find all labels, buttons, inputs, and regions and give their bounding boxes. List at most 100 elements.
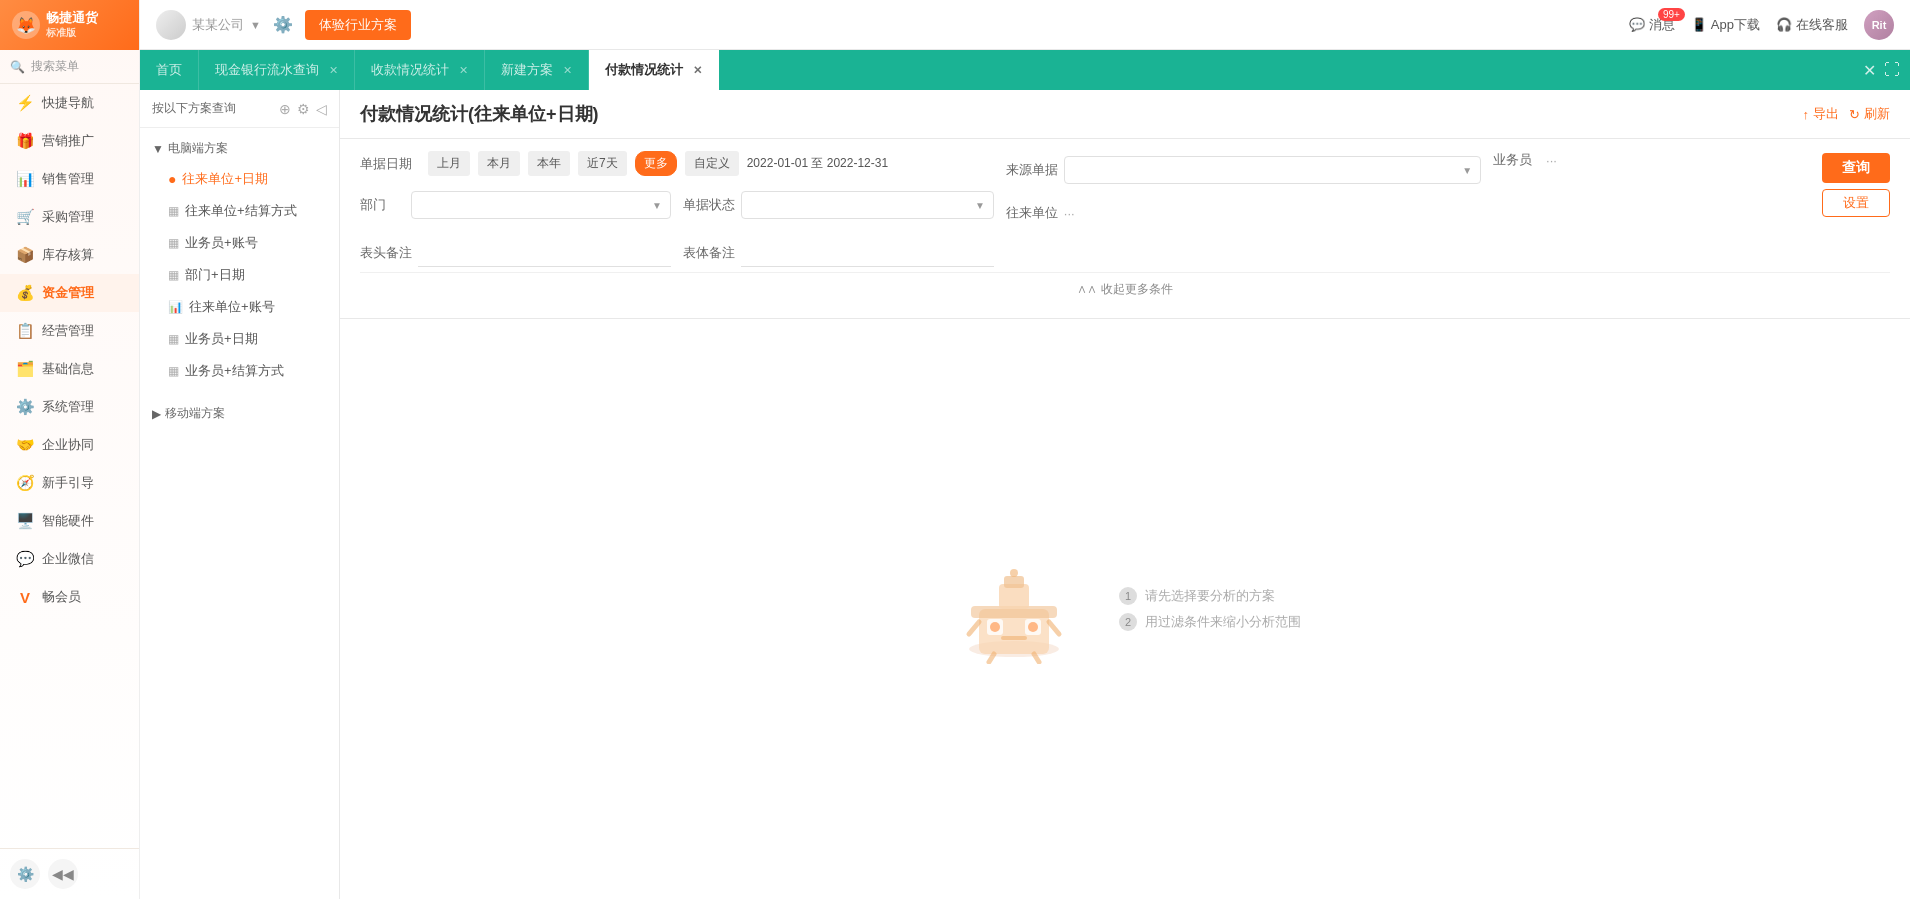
topbar-settings-icon[interactable]: ⚙️: [273, 15, 293, 34]
scheme-unit-account[interactable]: 📊 往来单位+账号: [140, 291, 339, 323]
topbar-company: 某某公司: [192, 16, 244, 34]
counterparty-dots[interactable]: ···: [1064, 206, 1075, 221]
export-label: 导出: [1813, 105, 1839, 123]
date-btn-custom[interactable]: 自定义: [685, 151, 739, 176]
tab-close-all-btn[interactable]: ✕: [1863, 61, 1876, 80]
add-scheme-btn[interactable]: ⊕: [279, 101, 291, 117]
page-actions: ↑ 导出 ↻ 刷新: [1803, 105, 1891, 123]
date-btn-this-year[interactable]: 本年: [528, 151, 570, 176]
capital-icon: 💰: [16, 284, 34, 302]
section-arrow-icon: ▼: [152, 142, 164, 156]
topbar-user[interactable]: Rit: [1864, 10, 1894, 40]
sidebar-settings-btn[interactable]: ⚙️: [10, 859, 40, 889]
inventory-icon: 📦: [16, 246, 34, 264]
tab-receivable-close[interactable]: ✕: [459, 64, 468, 77]
topbar-avatar: [156, 10, 186, 40]
source-select[interactable]: ▼: [1064, 156, 1481, 184]
collapse-panel-btn[interactable]: ◁: [316, 101, 327, 117]
body-note-input[interactable]: [741, 239, 994, 267]
tab-new-scheme[interactable]: 新建方案 ✕: [485, 50, 589, 90]
export-btn[interactable]: ↑ 导出: [1803, 105, 1840, 123]
topbar-messages[interactable]: 💬 消息 99+: [1629, 16, 1675, 34]
tab-payment[interactable]: 付款情况统计 ✕: [589, 50, 719, 90]
scheme-staff-settle[interactable]: ▦ 业务员+结算方式: [140, 355, 339, 387]
step-1-text: 请先选择要分析的方案: [1145, 587, 1275, 605]
topbar-dropdown-icon[interactable]: ▼: [250, 19, 261, 31]
staff-dots[interactable]: ···: [1546, 153, 1557, 168]
svg-point-6: [1028, 622, 1038, 632]
date-btn-more[interactable]: 更多: [635, 151, 677, 176]
left-panel-header: 按以下方案查询 ⊕ ⚙ ◁: [140, 90, 339, 128]
sidebar-nav: ⚡ 快捷导航 🎁 营销推广 📊 销售管理 🛒 采购管理 📦 库存核算 💰 资金管…: [0, 84, 139, 848]
sidebar-item-quick-nav[interactable]: ⚡ 快捷导航: [0, 84, 139, 122]
refresh-btn[interactable]: ↻ 刷新: [1849, 105, 1890, 123]
filter-body-note: 表体备注: [683, 234, 994, 272]
receipt-status-label: 单据状态: [683, 196, 735, 214]
settings-scheme-btn[interactable]: ⚙: [297, 101, 310, 117]
refresh-label: 刷新: [1864, 105, 1890, 123]
sidebar-item-operations[interactable]: 📋 经营管理: [0, 312, 139, 350]
filter-action-btns: 查询 设置: [1810, 151, 1890, 217]
scheme-icon-6: ▦: [168, 364, 179, 378]
date-btn-this-month[interactable]: 本月: [478, 151, 520, 176]
tab-payment-close[interactable]: ✕: [693, 64, 702, 77]
sidebar-item-inventory[interactable]: 📦 库存核算: [0, 236, 139, 274]
tab-expand-btn[interactable]: ⛶: [1884, 61, 1900, 79]
logo-icon: 🦊: [12, 11, 40, 39]
page-title: 付款情况统计(往来单位+日期): [360, 102, 599, 126]
sidebar-item-enterprise[interactable]: 🤝 企业协同: [0, 426, 139, 464]
collapse-more-btn[interactable]: ∧∧ 收起更多条件: [360, 272, 1890, 306]
date-btn-7days[interactable]: 近7天: [578, 151, 627, 176]
filter-header-note: 表头备注: [360, 234, 671, 272]
mobile-section-title[interactable]: ▶ 移动端方案: [140, 399, 339, 428]
filter-row-2: 部门 ▼ 单据状态 ▼: [360, 186, 994, 224]
sidebar-item-basic[interactable]: 🗂️ 基础信息: [0, 350, 139, 388]
trial-button[interactable]: 体验行业方案: [305, 10, 411, 40]
tab-receivable-label: 收款情况统计: [371, 61, 449, 79]
sidebar-search[interactable]: 🔍 搜索菜单: [0, 50, 139, 84]
search-icon: 🔍: [10, 60, 25, 74]
date-btn-last-month[interactable]: 上月: [428, 151, 470, 176]
scheme-staff-account[interactable]: ▦ 业务员+账号: [140, 227, 339, 259]
tab-home[interactable]: 首页: [140, 50, 199, 90]
sidebar-item-sales[interactable]: 📊 销售管理: [0, 160, 139, 198]
logo-sub: 标准版: [46, 26, 98, 40]
scheme-staff-date[interactable]: ▦ 业务员+日期: [140, 323, 339, 355]
desktop-section-title[interactable]: ▼ 电脑端方案: [140, 134, 339, 163]
query-button[interactable]: 查询: [1822, 153, 1890, 183]
capital-label: 资金管理: [42, 284, 94, 302]
dept-select[interactable]: ▼: [411, 191, 671, 219]
tab-new-scheme-close[interactable]: ✕: [563, 64, 572, 77]
header-note-input[interactable]: [418, 239, 671, 267]
tab-new-scheme-label: 新建方案: [501, 61, 553, 79]
filter-source: 来源单据 ▼: [1006, 151, 1481, 189]
sidebar-item-system[interactable]: ⚙️ 系统管理: [0, 388, 139, 426]
sidebar-item-purchase[interactable]: 🛒 采购管理: [0, 198, 139, 236]
tab-bank-close[interactable]: ✕: [329, 64, 338, 77]
sidebar-collapse-btn[interactable]: ◀◀: [48, 859, 78, 889]
topbar-app-download[interactable]: 📱 App下载: [1691, 16, 1760, 34]
filter-receipt-status: 单据状态 ▼: [683, 186, 994, 224]
scheme-unit-date[interactable]: ● 往来单位+日期: [140, 163, 339, 195]
empty-steps: 1 请先选择要分析的方案 2 用过滤条件来缩小分析范围: [1119, 587, 1301, 631]
tab-bank[interactable]: 现金银行流水查询 ✕: [199, 50, 355, 90]
app-icon: 📱: [1691, 17, 1707, 32]
sidebar-item-vip[interactable]: V 畅会员: [0, 578, 139, 616]
svg-point-10: [1010, 569, 1018, 577]
topbar-online-service[interactable]: 🎧 在线客服: [1776, 16, 1848, 34]
tab-receivable[interactable]: 收款情况统计 ✕: [355, 50, 485, 90]
sidebar-bottom: ⚙️ ◀◀: [0, 848, 139, 899]
user-avatar: Rit: [1864, 10, 1894, 40]
sidebar-item-marketing[interactable]: 🎁 营销推广: [0, 122, 139, 160]
sidebar-item-wechat[interactable]: 💬 企业微信: [0, 540, 139, 578]
scheme-unit-settle[interactable]: ▦ 往来单位+结算方式: [140, 195, 339, 227]
sidebar-item-capital[interactable]: 💰 资金管理: [0, 274, 139, 312]
scheme-dept-date[interactable]: ▦ 部门+日期: [140, 259, 339, 291]
receipt-status-select[interactable]: ▼: [741, 191, 994, 219]
purchase-label: 采购管理: [42, 208, 94, 226]
hardware-icon: 🖥️: [16, 512, 34, 530]
filter-settings-button[interactable]: 设置: [1822, 189, 1890, 217]
left-panel: 按以下方案查询 ⊕ ⚙ ◁ ▼ 电脑端方案 ● 往来单位+日期 ▦: [140, 90, 340, 899]
sidebar-item-hardware[interactable]: 🖥️ 智能硬件: [0, 502, 139, 540]
sidebar-item-guide[interactable]: 🧭 新手引导: [0, 464, 139, 502]
